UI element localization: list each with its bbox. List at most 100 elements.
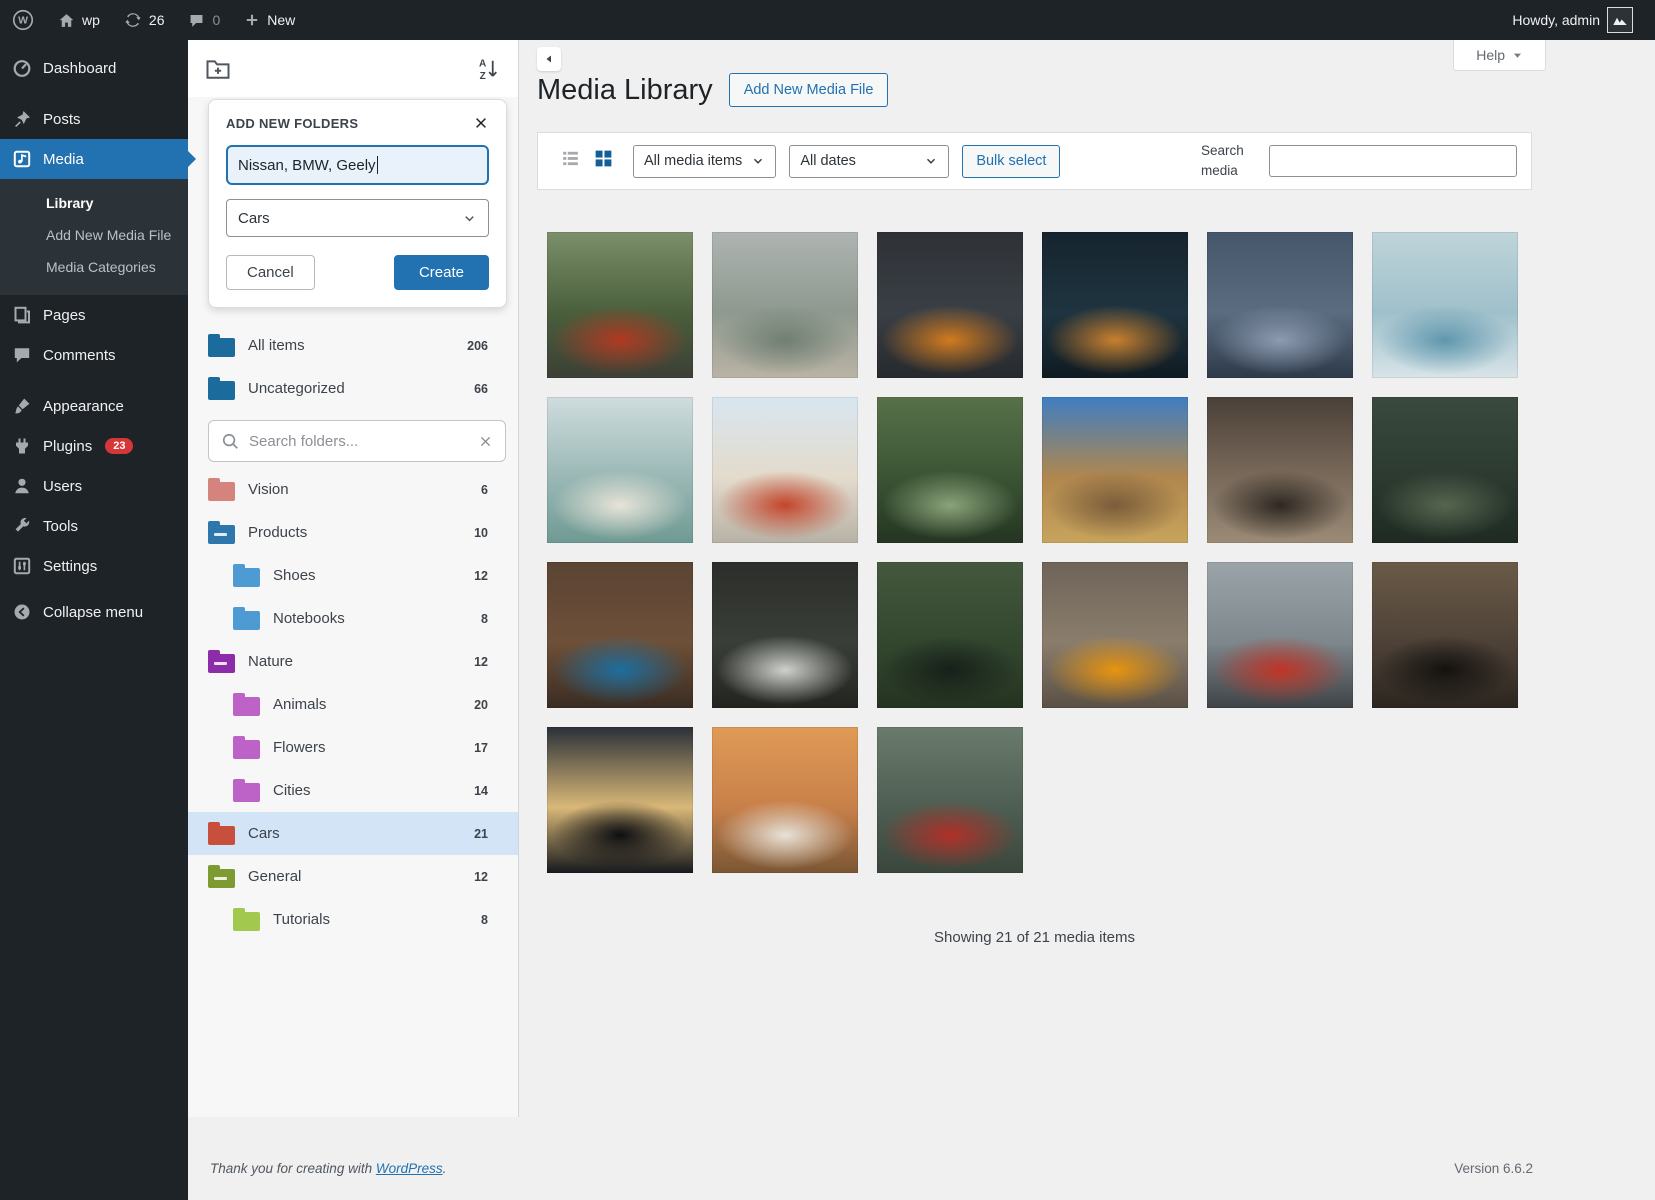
media-item-desert-highway-van[interactable]: [1042, 397, 1188, 543]
dashboard-icon: [12, 58, 32, 78]
page-title: Media Library: [537, 73, 713, 106]
new-folder-name-input[interactable]: Nissan, BMW, Geely: [226, 145, 489, 185]
sidebar-item-pages[interactable]: Pages: [0, 295, 188, 335]
folder-all-items[interactable]: All items 206: [188, 324, 518, 367]
folder-general[interactable]: General 12: [188, 855, 518, 898]
folder-count: 8: [481, 912, 488, 927]
media-item-london-street-red-bus[interactable]: [712, 397, 858, 543]
folder-icon: [233, 606, 260, 630]
sidebar-item-users[interactable]: Users: [0, 466, 188, 506]
svg-text:A: A: [479, 58, 486, 69]
media-item-rainy-city-night[interactable]: [1207, 232, 1353, 378]
clear-search-icon[interactable]: [478, 434, 493, 449]
sidebar-item-dashboard[interactable]: Dashboard: [0, 48, 188, 88]
folder-animals[interactable]: Animals 20: [188, 683, 518, 726]
admin-sidebar: Dashboard Posts Media Library Add New Media …: [0, 40, 188, 1200]
folder-uncategorized[interactable]: Uncategorized 66: [188, 367, 518, 410]
folder-tutorials[interactable]: Tutorials 8: [188, 898, 518, 941]
help-menu-button[interactable]: Help: [1453, 40, 1546, 71]
submenu-item-library[interactable]: Library: [0, 187, 188, 219]
collapse-arrow-icon: [12, 602, 32, 622]
media-item-domed-cathedral[interactable]: [712, 232, 858, 378]
bulk-select-button[interactable]: Bulk select: [962, 144, 1061, 178]
media-item-suv-dirt-trail[interactable]: [1207, 397, 1353, 543]
folder-flowers[interactable]: Flowers 17: [188, 726, 518, 769]
wordpress-link[interactable]: WordPress: [376, 1161, 443, 1176]
collapse-folders-panel-button[interactable]: [537, 47, 561, 71]
sidebar-item-plugins[interactable]: Plugins 23: [0, 426, 188, 466]
media-item-white-sportscar-sunset[interactable]: [712, 727, 858, 873]
media-item-two-red-cars-forest-road[interactable]: [877, 727, 1023, 873]
submenu-item-media-categories[interactable]: Media Categories: [0, 251, 188, 283]
folder-name: Cars: [248, 825, 280, 842]
list-view-button[interactable]: [560, 148, 581, 174]
folder-name: Products: [248, 524, 308, 541]
parent-folder-select[interactable]: Cars: [226, 199, 489, 237]
folder-vision[interactable]: Vision 6: [188, 468, 518, 511]
updates-count: 26: [148, 12, 165, 28]
wordpress-logo[interactable]: W: [0, 0, 46, 40]
media-type-filter-select[interactable]: All media items: [633, 144, 777, 178]
folder-name: General: [248, 868, 302, 885]
svg-text:W: W: [18, 16, 28, 27]
media-item-red-bmw-under-trees[interactable]: [547, 232, 693, 378]
sidebar-item-tools[interactable]: Tools: [0, 506, 188, 546]
sidebar-item-media[interactable]: Media: [0, 139, 188, 179]
folder-name: Notebooks: [273, 610, 345, 627]
media-item-orange-hatchback-gravel[interactable]: [1042, 562, 1188, 708]
media-item-aerial-winter-town[interactable]: [1372, 232, 1518, 378]
search-folders-input[interactable]: [249, 432, 469, 450]
media-item-red-bmw-parking-lot[interactable]: [1207, 562, 1353, 708]
sidebar-item-appearance[interactable]: Appearance: [0, 386, 188, 426]
media-item-blue-subaru-autumn-forest[interactable]: [547, 562, 693, 708]
pages-icon: [12, 305, 32, 325]
search-media-label: Search media: [1201, 142, 1244, 178]
media-item-land-rover-forest[interactable]: [877, 397, 1023, 543]
account-menu[interactable]: Howdy, admin: [1500, 7, 1645, 33]
submenu-item-add-new-media-file[interactable]: Add New Media File: [0, 219, 188, 251]
folder-cars[interactable]: Cars 21: [188, 812, 518, 855]
wordpress-icon: W: [12, 9, 34, 31]
folder-cities[interactable]: Cities 14: [188, 769, 518, 812]
media-item-car-mountain-forest[interactable]: [1372, 397, 1518, 543]
media-item-dark-aerial-orange-glow[interactable]: [877, 232, 1023, 378]
media-item-black-challenger-bridge[interactable]: [1372, 562, 1518, 708]
folder-notebooks[interactable]: Notebooks 8: [188, 597, 518, 640]
add-new-media-file-button[interactable]: Add New Media File: [728, 73, 889, 107]
comments-menu[interactable]: 0: [176, 0, 232, 40]
sort-folders-button[interactable]: A Z: [476, 56, 500, 82]
media-toolbar: All media items All dates Bulk select Se…: [537, 132, 1532, 190]
folder-shoes[interactable]: Shoes 12: [188, 554, 518, 597]
search-media-input[interactable]: [1269, 145, 1517, 177]
folder-count: 10: [474, 525, 488, 540]
new-content-menu[interactable]: New: [232, 0, 307, 40]
media-item-white-audi-dark-trail[interactable]: [712, 562, 858, 708]
folder-nature[interactable]: Nature 12: [188, 640, 518, 683]
sidebar-item-settings[interactable]: Settings: [0, 546, 188, 586]
svg-text:Z: Z: [480, 71, 486, 82]
media-item-offroad-jeep-forest[interactable]: [877, 562, 1023, 708]
sidebar-item-comments[interactable]: Comments: [0, 335, 188, 375]
media-item-muscle-car-dusk[interactable]: [547, 727, 693, 873]
grid-view-button[interactable]: [593, 148, 614, 174]
plugin-icon: [12, 436, 32, 456]
new-folder-name-value: Nissan, BMW, Geely: [238, 156, 376, 174]
folder-products[interactable]: Products 10: [188, 511, 518, 554]
updates-menu[interactable]: 26: [112, 0, 177, 40]
media-item-chicago-theatre-night[interactable]: [1042, 232, 1188, 378]
cancel-button[interactable]: Cancel: [226, 255, 315, 290]
site-menu[interactable]: wp: [46, 0, 112, 40]
footer-version: Version 6.6.2: [1454, 1161, 1533, 1176]
media-item-city-canal-bridge[interactable]: [547, 397, 693, 543]
date-filter-select[interactable]: All dates: [789, 144, 950, 178]
media-type-filter-value: All media items: [644, 153, 743, 169]
close-dialog-button[interactable]: [473, 115, 489, 131]
folders-panel: A Z ADD NEW FOLDERS Nissan, BMW, Geely C…: [188, 40, 519, 1117]
sidebar-item-posts[interactable]: Posts: [0, 99, 188, 139]
collapse-menu-button[interactable]: Collapse menu: [0, 592, 188, 632]
chevron-down-icon: [754, 158, 763, 164]
new-folder-button[interactable]: [204, 56, 232, 82]
folder-count: 12: [474, 568, 488, 583]
create-button[interactable]: Create: [393, 255, 489, 290]
chevron-down-icon: [927, 158, 936, 164]
